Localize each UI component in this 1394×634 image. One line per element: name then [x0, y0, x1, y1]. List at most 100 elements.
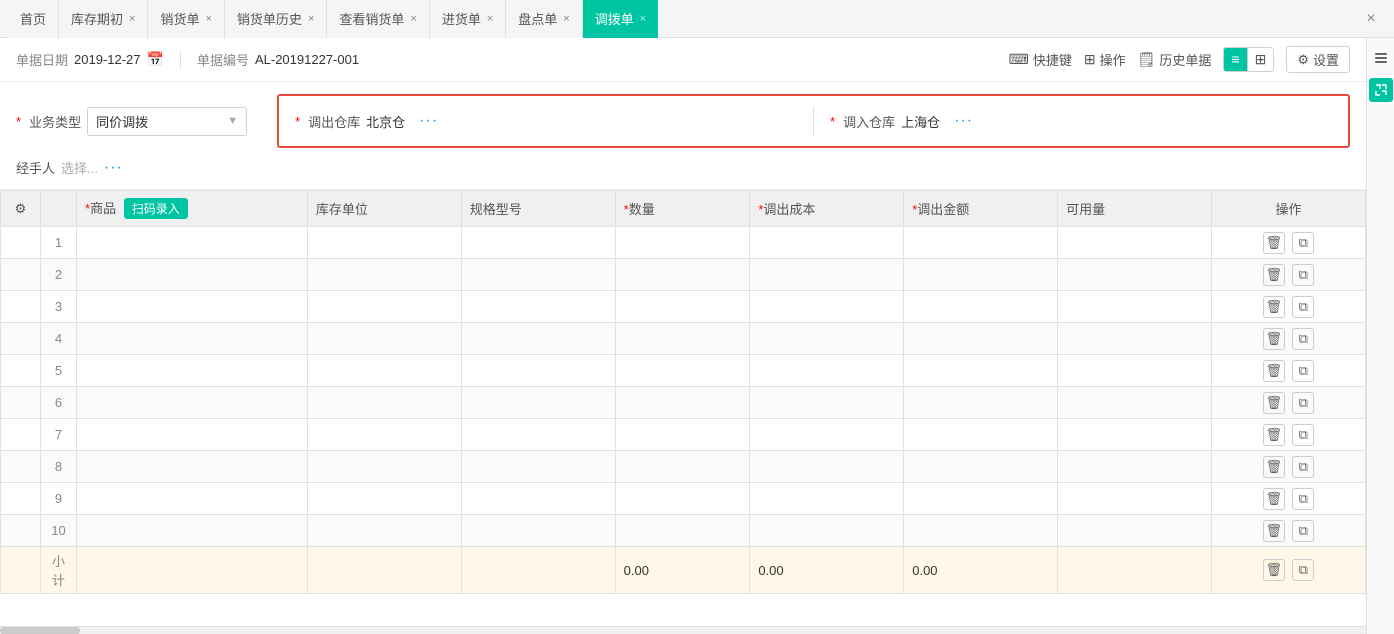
- row-goods-cell[interactable]: [77, 227, 308, 259]
- copy-icon[interactable]: ⧉: [1292, 264, 1314, 286]
- row-cost-cell[interactable]: [750, 355, 904, 387]
- row-qty-cell[interactable]: [615, 451, 750, 483]
- row-available-cell[interactable]: [1058, 323, 1212, 355]
- calendar-icon[interactable]: 📅: [147, 51, 164, 68]
- tab-sales-order[interactable]: 销货单 ×: [148, 0, 224, 38]
- tab-transfer[interactable]: 调拨单 ×: [583, 0, 658, 38]
- row-goods-cell[interactable]: [77, 323, 308, 355]
- row-cost-cell[interactable]: [750, 323, 904, 355]
- row-qty-cell[interactable]: [615, 259, 750, 291]
- delete-icon[interactable]: 🗑: [1263, 520, 1285, 542]
- row-available-cell[interactable]: [1058, 419, 1212, 451]
- row-spec-cell[interactable]: [461, 227, 615, 259]
- row-unit-cell[interactable]: [307, 451, 461, 483]
- row-unit-cell[interactable]: [307, 483, 461, 515]
- person-more-button[interactable]: ···: [104, 159, 123, 177]
- row-qty-cell[interactable]: [615, 227, 750, 259]
- delete-icon[interactable]: 🗑: [1263, 488, 1285, 510]
- layout-btn-1[interactable]: ≡: [1224, 48, 1247, 71]
- row-amount-cell[interactable]: [904, 227, 1058, 259]
- out-warehouse-more-button[interactable]: ···: [419, 112, 438, 130]
- close-icon[interactable]: ×: [410, 13, 416, 25]
- sidebar-list-icon[interactable]: [1369, 46, 1393, 70]
- row-amount-cell[interactable]: [904, 259, 1058, 291]
- row-available-cell[interactable]: [1058, 291, 1212, 323]
- person-select[interactable]: 选择...: [61, 158, 98, 177]
- delete-icon[interactable]: 🗑: [1263, 456, 1285, 478]
- row-unit-cell[interactable]: [307, 419, 461, 451]
- delete-icon[interactable]: 🗑: [1263, 392, 1285, 414]
- row-amount-cell[interactable]: [904, 387, 1058, 419]
- tab-purchase-order[interactable]: 进货单 ×: [430, 0, 506, 38]
- tab-view-sales[interactable]: 查看销货单 ×: [327, 0, 429, 38]
- row-available-cell[interactable]: [1058, 451, 1212, 483]
- row-amount-cell[interactable]: [904, 323, 1058, 355]
- tab-inventory-init[interactable]: 库存期初 ×: [59, 0, 148, 38]
- close-icon[interactable]: ×: [563, 13, 569, 25]
- delete-icon[interactable]: 🗑: [1263, 328, 1285, 350]
- row-qty-cell[interactable]: [615, 387, 750, 419]
- row-cost-cell[interactable]: [750, 515, 904, 547]
- row-cost-cell[interactable]: [750, 451, 904, 483]
- row-goods-cell[interactable]: [77, 419, 308, 451]
- row-available-cell[interactable]: [1058, 387, 1212, 419]
- row-available-cell[interactable]: [1058, 355, 1212, 387]
- in-warehouse-more-button[interactable]: ···: [954, 112, 973, 130]
- delete-icon[interactable]: 🗑: [1263, 424, 1285, 446]
- close-icon[interactable]: ×: [487, 13, 493, 25]
- copy-icon[interactable]: ⧉: [1292, 328, 1314, 350]
- row-cost-cell[interactable]: [750, 259, 904, 291]
- row-available-cell[interactable]: [1058, 227, 1212, 259]
- row-goods-cell[interactable]: [77, 387, 308, 419]
- row-qty-cell[interactable]: [615, 291, 750, 323]
- row-cost-cell[interactable]: [750, 291, 904, 323]
- row-unit-cell[interactable]: [307, 515, 461, 547]
- tab-sales-history[interactable]: 销货单历史 ×: [225, 0, 327, 38]
- row-unit-cell[interactable]: [307, 291, 461, 323]
- row-amount-cell[interactable]: [904, 355, 1058, 387]
- row-goods-cell[interactable]: [77, 483, 308, 515]
- row-spec-cell[interactable]: [461, 451, 615, 483]
- row-cost-cell[interactable]: [750, 483, 904, 515]
- row-amount-cell[interactable]: [904, 483, 1058, 515]
- close-icon[interactable]: ×: [308, 13, 314, 25]
- row-spec-cell[interactable]: [461, 483, 615, 515]
- close-all-button[interactable]: ×: [1356, 0, 1386, 38]
- ops-button[interactable]: ⊞ 操作: [1084, 50, 1126, 69]
- row-goods-cell[interactable]: [77, 259, 308, 291]
- row-cost-cell[interactable]: [750, 227, 904, 259]
- row-qty-cell[interactable]: [615, 515, 750, 547]
- close-icon[interactable]: ×: [205, 13, 211, 25]
- row-available-cell[interactable]: [1058, 515, 1212, 547]
- scroll-thumb[interactable]: [0, 627, 80, 634]
- row-available-cell[interactable]: [1058, 259, 1212, 291]
- row-unit-cell[interactable]: [307, 227, 461, 259]
- row-spec-cell[interactable]: [461, 291, 615, 323]
- delete-icon[interactable]: 🗑: [1263, 360, 1285, 382]
- copy-icon[interactable]: ⧉: [1292, 559, 1314, 581]
- row-qty-cell[interactable]: [615, 323, 750, 355]
- col-settings-header[interactable]: ⚙: [1, 191, 41, 227]
- copy-icon[interactable]: ⧉: [1292, 296, 1314, 318]
- row-amount-cell[interactable]: [904, 451, 1058, 483]
- delete-icon[interactable]: 🗑: [1263, 232, 1285, 254]
- tab-home[interactable]: 首页: [8, 0, 59, 38]
- scan-input-button[interactable]: 扫码录入: [124, 198, 188, 219]
- row-amount-cell[interactable]: [904, 515, 1058, 547]
- row-goods-cell[interactable]: [77, 355, 308, 387]
- copy-icon[interactable]: ⧉: [1292, 488, 1314, 510]
- copy-icon[interactable]: ⧉: [1292, 392, 1314, 414]
- row-cost-cell[interactable]: [750, 419, 904, 451]
- row-cost-cell[interactable]: [750, 387, 904, 419]
- close-icon[interactable]: ×: [129, 13, 135, 25]
- copy-icon[interactable]: ⧉: [1292, 232, 1314, 254]
- copy-icon[interactable]: ⧉: [1292, 456, 1314, 478]
- row-spec-cell[interactable]: [461, 323, 615, 355]
- row-spec-cell[interactable]: [461, 387, 615, 419]
- delete-icon[interactable]: 🗑: [1263, 296, 1285, 318]
- sidebar-expand-icon[interactable]: [1369, 78, 1393, 102]
- tab-stocktake[interactable]: 盘点单 ×: [506, 0, 582, 38]
- row-spec-cell[interactable]: [461, 419, 615, 451]
- row-amount-cell[interactable]: [904, 291, 1058, 323]
- row-spec-cell[interactable]: [461, 259, 615, 291]
